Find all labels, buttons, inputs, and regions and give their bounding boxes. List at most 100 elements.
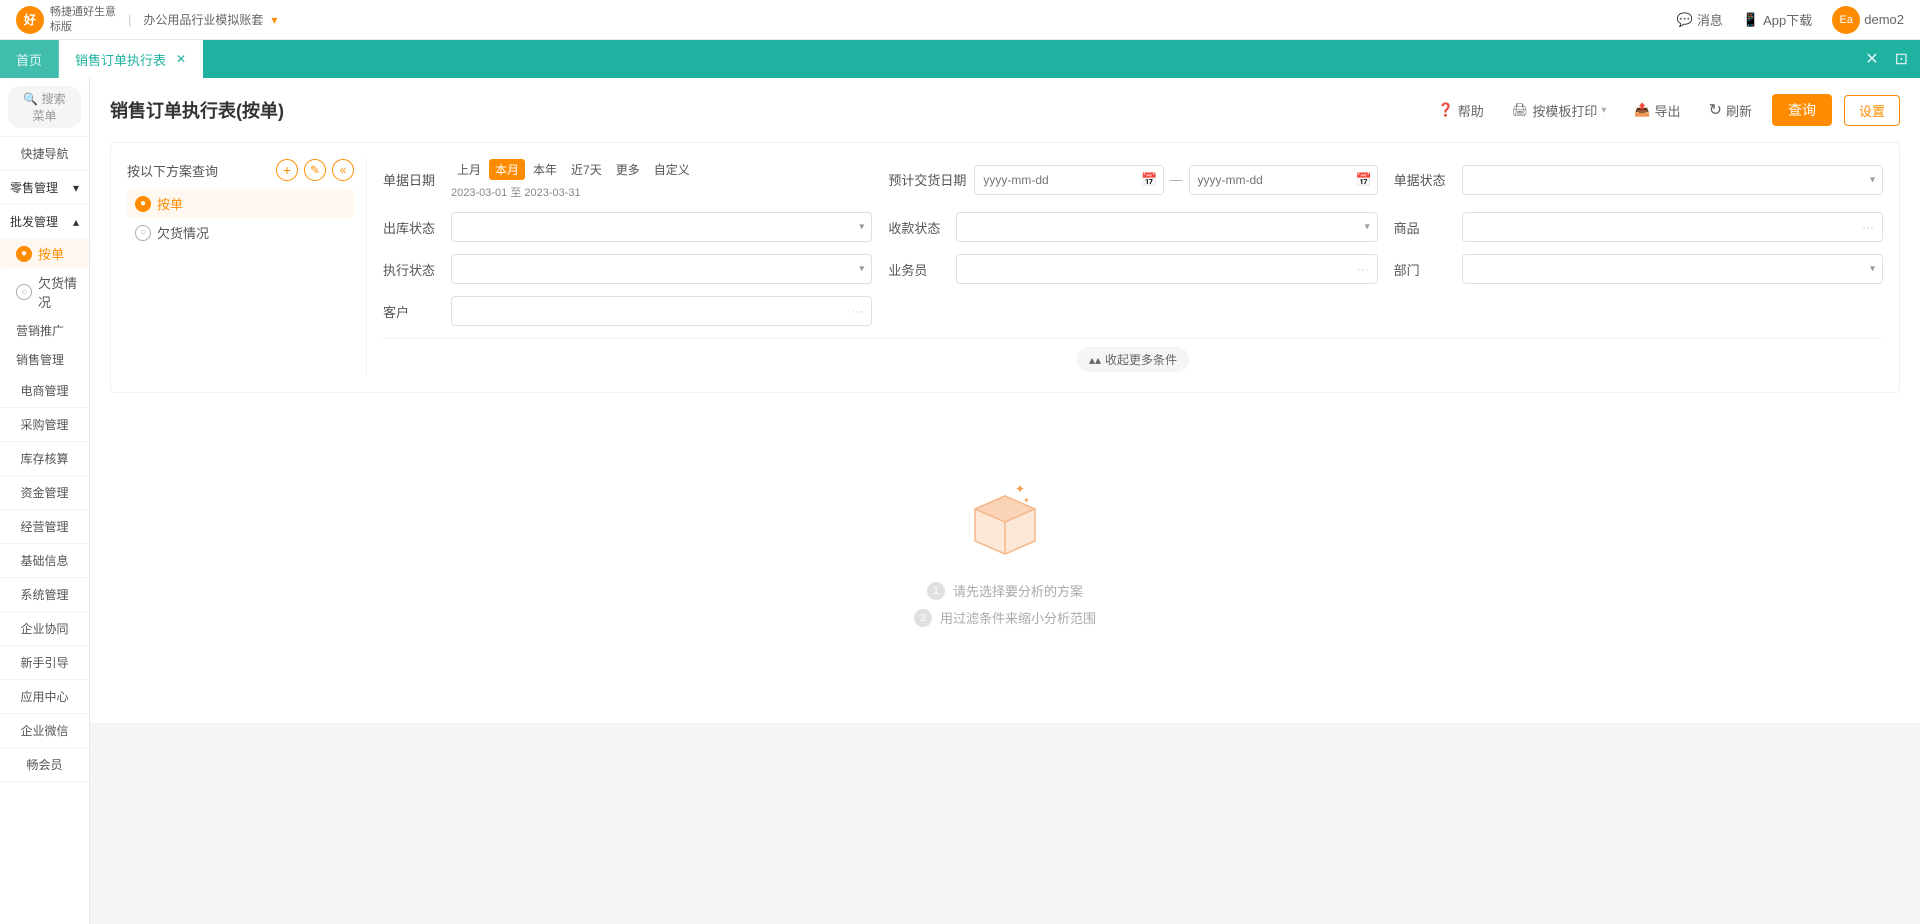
date-tab-more[interactable]: 更多 [610, 159, 646, 180]
edit-scheme-button[interactable]: ✎ [304, 159, 326, 181]
empty-state: ✦ ✦ 1 请先选择要分析的方案 2 用过滤条件来缩小分析范围 [110, 401, 1900, 707]
sidebar-item-operation[interactable]: 经营管理 [0, 510, 89, 544]
filter-payment-status: 收款状态 ▾ [888, 212, 1377, 242]
print-icon: 🖨 [1512, 102, 1529, 118]
salesperson-label: 业务员 [888, 260, 948, 279]
sidebar-tree-anorder[interactable]: ● 按单 [0, 239, 89, 268]
warehouse-status-label: 出库状态 [383, 218, 443, 237]
warehouse-status-select[interactable] [451, 212, 872, 242]
tab-close-btn[interactable]: ✕ [1861, 45, 1882, 73]
goods-label: 商品 [1394, 218, 1454, 237]
scheme-owinggoods[interactable]: ○ 欠货情况 [127, 218, 354, 247]
empty-step-2: 2 用过滤条件来缩小分析范围 [914, 608, 1096, 627]
scheme-owinggoods-circle-icon: ○ [135, 225, 151, 241]
empty-illustration: ✦ ✦ [965, 481, 1045, 561]
payment-status-select-wrapper: ▾ [956, 212, 1377, 242]
date-tab-this-year[interactable]: 本年 [527, 159, 563, 180]
sidebar-item-sales-mgmt[interactable]: 销售管理 [0, 345, 89, 374]
user-area[interactable]: Ea demo2 [1832, 6, 1904, 34]
sidebar-item-purchase[interactable]: 采购管理 [0, 408, 89, 442]
scheme-anorder-dot-icon: ● [135, 196, 151, 212]
user-name: demo2 [1864, 12, 1904, 27]
export-button[interactable]: 📤 导出 [1626, 97, 1688, 124]
order-status-label: 单据状态 [1394, 170, 1454, 189]
sidebar-item-member[interactable]: 畅会员 [0, 748, 89, 782]
avatar: Ea [1832, 6, 1860, 34]
expected-date-range: 📅 — 📅 [974, 165, 1377, 195]
expected-date-end-icon: 📅 [1355, 172, 1371, 188]
empty-step-1: 1 请先选择要分析的方案 [927, 581, 1083, 600]
order-status-select[interactable] [1462, 165, 1883, 195]
warehouse-status-select-wrapper: ▾ [451, 212, 872, 242]
sidebar-item-wholesale[interactable]: 批发管理 ▴ [0, 205, 89, 239]
sidebar-search-box[interactable]: 🔍 搜索菜单 [8, 86, 81, 128]
tab-home[interactable]: 首页 [0, 40, 59, 78]
filter-right: 单据日期 上月 本月 本年 近7天 更多 自定义 [367, 159, 1883, 376]
filter-left-title: 按以下方案查询 [127, 161, 218, 180]
filter-exec-status: 执行状态 ▾ [383, 254, 872, 284]
settings-button[interactable]: 设置 [1844, 95, 1900, 126]
filter-goods: 商品 ··· [1394, 212, 1883, 242]
customer-input[interactable]: ··· [451, 296, 872, 326]
sidebar-item-basic[interactable]: 基础信息 [0, 544, 89, 578]
filter-customer: 客户 ··· [383, 296, 872, 326]
sidebar-item-enterprise[interactable]: 企业协同 [0, 612, 89, 646]
date-tabs: 上月 本月 本年 近7天 更多 自定义 [451, 159, 872, 180]
message-action[interactable]: 💬 消息 [1677, 10, 1723, 29]
tab-bar-actions: ✕ ⊡ [1853, 40, 1920, 78]
sidebar-item-appcenter[interactable]: 应用中心 [0, 680, 89, 714]
salesperson-dots-icon: ··· [1357, 262, 1369, 276]
breadcrumb-arrow[interactable]: ▾ [271, 13, 277, 27]
filter-date: 单据日期 上月 本月 本年 近7天 更多 自定义 [383, 159, 872, 200]
sidebar-item-quick-nav[interactable]: 快捷导航 [0, 137, 89, 171]
exec-status-select[interactable] [451, 254, 872, 284]
date-tab-last7[interactable]: 近7天 [565, 159, 608, 180]
tab-restore-btn[interactable]: ⊡ [1891, 45, 1912, 73]
print-template-button[interactable]: 🖨 按模板打印 ▾ [1504, 97, 1615, 124]
sidebar-item-wechat[interactable]: 企业微信 [0, 714, 89, 748]
sidebar: 🔍 搜索菜单 快捷导航 零售管理 ▾ 批发管理 ▴ ● 按单 ○ 欠货情况 营销… [0, 78, 90, 924]
date-tab-last-month[interactable]: 上月 [451, 159, 487, 180]
dept-select[interactable] [1462, 254, 1883, 284]
help-button[interactable]: ❓ 帮助 [1430, 97, 1492, 124]
collapse-scheme-button[interactable]: « [332, 159, 354, 181]
logo-text: 畅捷通好生意 标版 [50, 5, 116, 34]
collapse-row: ▴▴ 收起更多条件 [383, 338, 1883, 376]
date-range-text: 2023-03-01 至 2023-03-31 [451, 184, 581, 200]
goods-dots-icon: ··· [1862, 220, 1874, 234]
tab-close-icon[interactable]: ✕ [176, 52, 186, 66]
sidebar-item-marketing[interactable]: 营销推广 [0, 316, 89, 345]
step2-num: 2 [914, 609, 932, 627]
sidebar-item-system[interactable]: 系统管理 [0, 578, 89, 612]
logo-area: 好 畅捷通好生意 标版 [16, 5, 116, 34]
page-wrapper: 销售订单执行表(按单) ❓ 帮助 🖨 按模板打印 ▾ 📤 导出 [90, 78, 1920, 723]
payment-status-select[interactable] [956, 212, 1377, 242]
collapse-button[interactable]: ▴▴ 收起更多条件 [1077, 347, 1189, 372]
breadcrumb[interactable]: 办公用品行业模拟账套 [143, 11, 263, 28]
filter-dept: 部门 ▾ [1394, 254, 1883, 284]
add-scheme-button[interactable]: + [276, 159, 298, 181]
expected-date-start-input[interactable] [974, 165, 1163, 195]
header-right: 💬 消息 📱 App下载 Ea demo2 [1677, 6, 1904, 34]
date-tab-this-month[interactable]: 本月 [489, 159, 525, 180]
sidebar-item-newuser[interactable]: 新手引导 [0, 646, 89, 680]
scheme-anorder[interactable]: ● 按单 [127, 189, 354, 218]
app-download-action[interactable]: 📱 App下载 [1743, 10, 1812, 29]
goods-input[interactable]: ··· [1462, 212, 1883, 242]
sidebar-item-inventory[interactable]: 库存核算 [0, 442, 89, 476]
page-title-row: 销售订单执行表(按单) ❓ 帮助 🖨 按模板打印 ▾ 📤 导出 [110, 94, 1900, 126]
sidebar-tree-owinggoods[interactable]: ○ 欠货情况 [0, 268, 89, 316]
salesperson-input[interactable]: ··· [956, 254, 1377, 284]
date-label: 单据日期 [383, 170, 443, 189]
date-tab-custom[interactable]: 自定义 [648, 159, 696, 180]
collapse-icon: ▴▴ [1089, 353, 1101, 367]
query-button[interactable]: 查询 [1772, 94, 1832, 126]
sidebar-item-ecommerce[interactable]: 电商管理 [0, 374, 89, 408]
message-icon: 💬 [1677, 12, 1693, 28]
sidebar-item-finance[interactable]: 资金管理 [0, 476, 89, 510]
print-chevron-icon: ▾ [1601, 105, 1606, 116]
expected-date-end-input[interactable] [1189, 165, 1378, 195]
tab-sales-order[interactable]: 销售订单执行表 ✕ [59, 40, 203, 78]
sidebar-item-retail[interactable]: 零售管理 ▾ [0, 171, 89, 205]
refresh-button[interactable]: ↻ 刷新 [1701, 96, 1760, 124]
